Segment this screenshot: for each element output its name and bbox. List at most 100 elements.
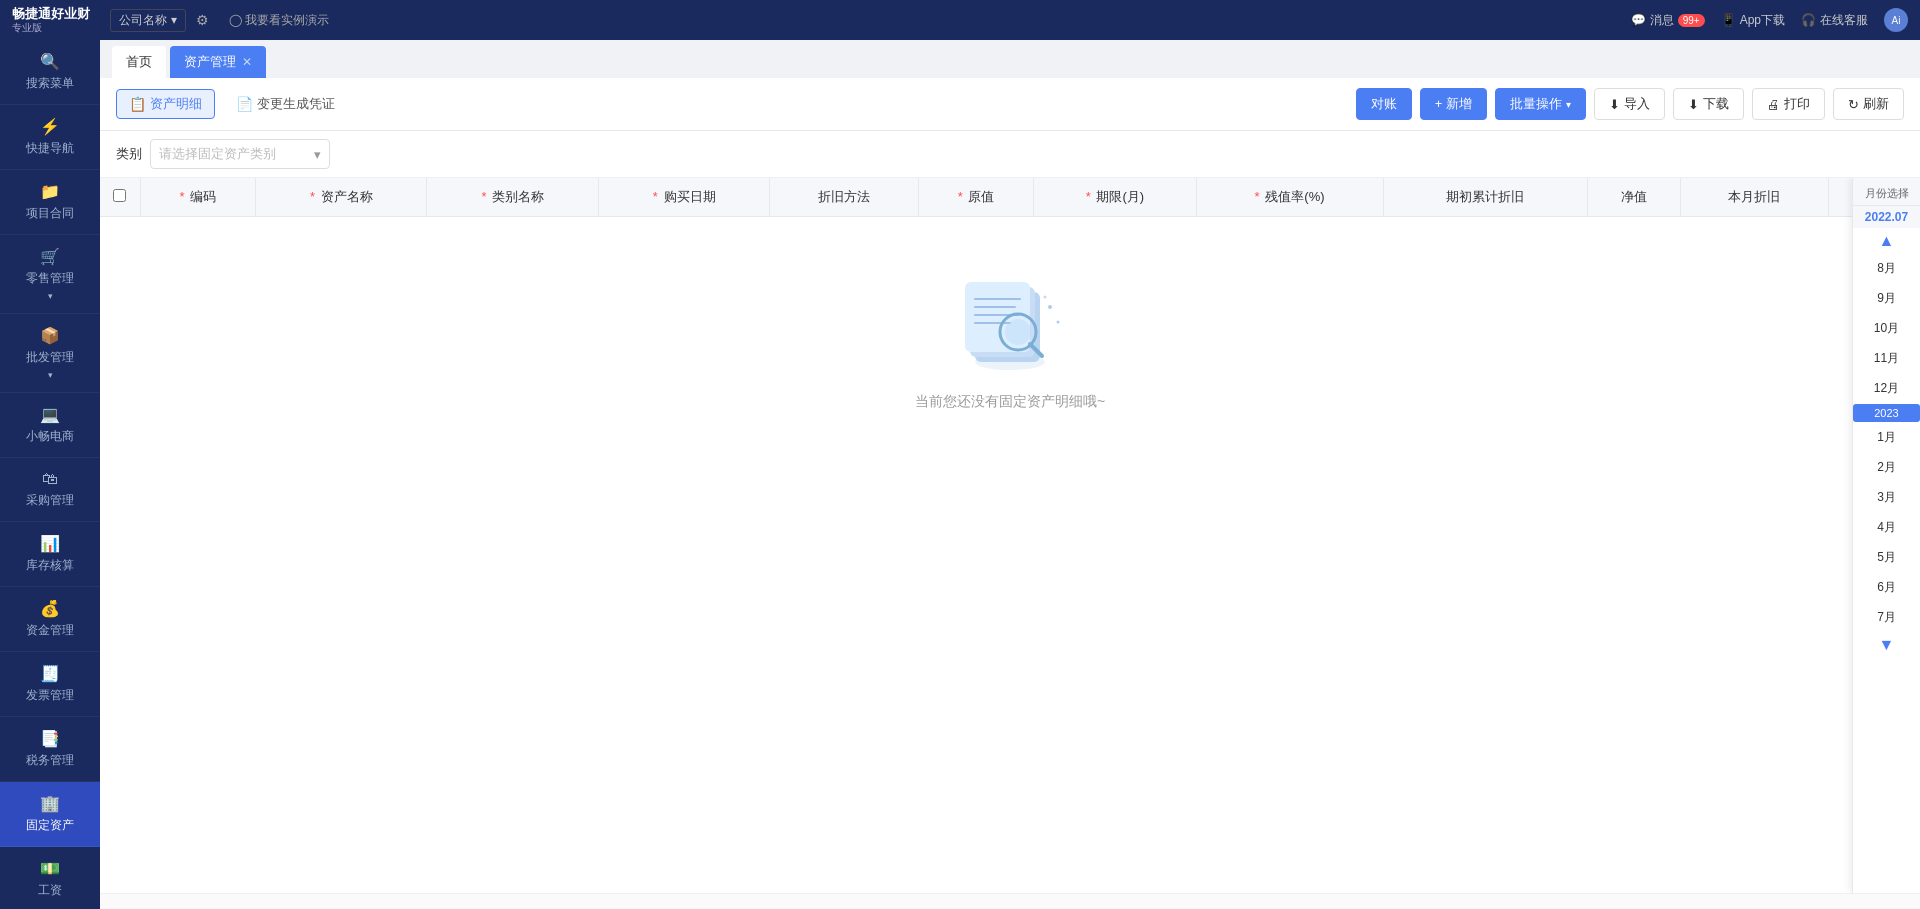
messages-button[interactable]: 💬 消息 99+ <box>1631 12 1705 29</box>
app-logo: 畅捷通好业财 专业版 <box>12 6 90 34</box>
tab-asset-management[interactable]: 资产管理 ✕ <box>170 46 266 78</box>
month-item-9[interactable]: 9月 <box>1853 284 1920 313</box>
category-dropdown[interactable]: 请选择固定资产类别 ▾ <box>150 139 330 169</box>
settings-button[interactable]: ⚙ <box>196 12 209 28</box>
tab-close-icon[interactable]: ✕ <box>242 55 252 69</box>
change-voucher-icon: 📄 <box>236 96 253 112</box>
table-container: * 编码 * 资产名称 * 类别名称 <box>100 178 1920 893</box>
month-item-12[interactable]: 12月 <box>1853 374 1920 403</box>
tab-bar: 首页 资产管理 ✕ <box>100 40 1920 78</box>
import-icon: ⬇ <box>1609 97 1620 112</box>
sidebar-item-wholesale[interactable]: 📦 批发管理 ▾ <box>0 314 100 393</box>
inventory-icon: 📊 <box>40 534 60 553</box>
retail-arrow-icon: ▾ <box>48 291 53 301</box>
sub-tabs: 📋 资产明细 📄 变更生成凭证 对账 + 新增 批量操作 ▾ ⬇ <box>100 78 1920 131</box>
table-header-row: * 编码 * 资产名称 * 类别名称 <box>100 178 1920 217</box>
reconcile-button[interactable]: 对账 <box>1356 88 1412 120</box>
month-nav: ▲ 8月 9月 10月 11月 12月 2023 1月 2月 3月 4月 <box>1853 228 1920 658</box>
year-2023-badge: 2023 <box>1853 404 1920 422</box>
search-icon: 🔍 <box>40 52 60 71</box>
top-bar: 畅捷通好业财 专业版 公司名称 ▾ ⚙ 我要看实例演示 💬 消息 99+ 📱 A… <box>0 0 1920 40</box>
sidebar-item-purchase[interactable]: 🛍 采购管理 <box>0 458 100 522</box>
month-panel-current-year: 2022.07 <box>1853 206 1920 228</box>
col-period: * 期限(月) <box>1034 178 1196 217</box>
month-item-3[interactable]: 3月 <box>1853 483 1920 512</box>
col-checkbox <box>100 178 140 217</box>
asset-detail-icon: 📋 <box>129 96 146 112</box>
col-code: * 编码 <box>140 178 256 217</box>
ecommerce-icon: 💻 <box>40 405 60 424</box>
sub-tab-asset-detail[interactable]: 📋 资产明细 <box>116 89 215 119</box>
batch-button[interactable]: 批量操作 ▾ <box>1495 88 1586 120</box>
download-button[interactable]: ⬇ 下载 <box>1673 88 1744 120</box>
col-depreciation-method: 折旧方法 <box>770 178 918 217</box>
col-period-accumulated: 期初累计折旧 <box>1383 178 1587 217</box>
print-button[interactable]: 🖨 打印 <box>1752 88 1825 120</box>
batch-arrow-icon: ▾ <box>1566 99 1571 110</box>
month-item-7[interactable]: 7月 <box>1853 603 1920 632</box>
col-purchase-date: * 购买日期 <box>598 178 769 217</box>
month-item-5[interactable]: 5月 <box>1853 543 1920 572</box>
month-nav-up-button[interactable]: ▲ <box>1875 228 1899 254</box>
finance-icon: 💰 <box>40 599 60 618</box>
sidebar-item-project-contract[interactable]: 📁 项目合同 <box>0 170 100 235</box>
service-icon: 🎧 <box>1801 13 1816 27</box>
month-item-2[interactable]: 2月 <box>1853 453 1920 482</box>
demo-button[interactable]: 我要看实例演示 <box>229 12 329 29</box>
retail-icon: 🛒 <box>40 247 60 266</box>
online-service-button[interactable]: 🎧 在线客服 <box>1801 12 1868 29</box>
sub-tab-change-voucher[interactable]: 📄 变更生成凭证 <box>223 89 348 119</box>
message-icon: 💬 <box>1631 13 1646 27</box>
top-bar-right: 💬 消息 99+ 📱 App下载 🎧 在线客服 Ai <box>1631 8 1908 32</box>
empty-illustration <box>950 277 1070 377</box>
app-download-button[interactable]: 📱 App下载 <box>1721 12 1785 29</box>
download-icon: 📱 <box>1721 13 1736 27</box>
month-item-1[interactable]: 1月 <box>1853 423 1920 452</box>
col-residual-rate: * 残值率(%) <box>1196 178 1383 217</box>
project-icon: 📁 <box>40 182 60 201</box>
category-label: 类别 <box>116 145 142 163</box>
download-icon: ⬇ <box>1688 97 1699 112</box>
dropdown-icon: ▾ <box>171 13 177 27</box>
svg-point-13 <box>1044 296 1047 299</box>
month-item-10[interactable]: 10月 <box>1853 314 1920 343</box>
month-panel-title: 月份选择 <box>1853 178 1920 206</box>
main-layout: 🔍 搜索菜单 ⚡ 快捷导航 📁 项目合同 🛒 零售管理 ▾ 📦 批发管理 ▾ 💻… <box>0 40 1920 909</box>
sidebar-item-invoice[interactable]: 🧾 发票管理 <box>0 652 100 717</box>
company-selector[interactable]: 公司名称 ▾ <box>110 9 186 32</box>
select-all-checkbox[interactable] <box>113 189 126 202</box>
avatar[interactable]: Ai <box>1884 8 1908 32</box>
fixed-assets-icon: 🏢 <box>40 794 60 813</box>
month-list: 8月 9月 10月 11月 12月 2023 1月 2月 3月 4月 5月 6月 <box>1853 254 1920 632</box>
sidebar-item-tax[interactable]: 📑 税务管理 <box>0 717 100 782</box>
sidebar-item-quick-nav[interactable]: ⚡ 快捷导航 <box>0 105 100 170</box>
col-net-value: 净值 <box>1587 178 1680 217</box>
sidebar-item-fixed-assets[interactable]: 🏢 固定资产 <box>0 782 100 847</box>
sidebar-item-ecommerce[interactable]: 💻 小畅电商 <box>0 393 100 458</box>
import-button[interactable]: ⬇ 导入 <box>1594 88 1665 120</box>
month-item-4[interactable]: 4月 <box>1853 513 1920 542</box>
sidebar-item-finance[interactable]: 💰 资金管理 <box>0 587 100 652</box>
month-item-6[interactable]: 6月 <box>1853 573 1920 602</box>
sidebar-item-inventory[interactable]: 📊 库存核算 <box>0 522 100 587</box>
month-nav-down-button[interactable]: ▼ <box>1875 632 1899 658</box>
sidebar: 🔍 搜索菜单 ⚡ 快捷导航 📁 项目合同 🛒 零售管理 ▾ 📦 批发管理 ▾ 💻… <box>0 40 100 909</box>
invoice-icon: 🧾 <box>40 664 60 683</box>
add-button[interactable]: + 新增 <box>1420 88 1487 120</box>
sidebar-item-payroll[interactable]: 💵 工资 <box>0 847 100 909</box>
asset-table: * 编码 * 资产名称 * 类别名称 <box>100 178 1920 217</box>
purchase-icon: 🛍 <box>42 470 58 488</box>
col-original-value: * 原值 <box>918 178 1034 217</box>
content-area: 首页 资产管理 ✕ 📋 资产明细 📄 变更生成凭证 <box>100 40 1920 909</box>
wholesale-arrow-icon: ▾ <box>48 370 53 380</box>
month-item-11[interactable]: 11月 <box>1853 344 1920 373</box>
sidebar-item-retail[interactable]: 🛒 零售管理 ▾ <box>0 235 100 314</box>
page-content: 📋 资产明细 📄 变更生成凭证 对账 + 新增 批量操作 ▾ ⬇ <box>100 78 1920 909</box>
filter-row: 类别 请选择固定资产类别 ▾ <box>100 131 1920 178</box>
col-name: * 资产名称 <box>256 178 427 217</box>
sidebar-item-search[interactable]: 🔍 搜索菜单 <box>0 40 100 105</box>
refresh-button[interactable]: ↻ 刷新 <box>1833 88 1904 120</box>
month-item-8[interactable]: 8月 <box>1853 254 1920 283</box>
empty-state: 当前您还没有固定资产明细哦~ <box>100 217 1920 471</box>
tab-home[interactable]: 首页 <box>112 46 166 78</box>
